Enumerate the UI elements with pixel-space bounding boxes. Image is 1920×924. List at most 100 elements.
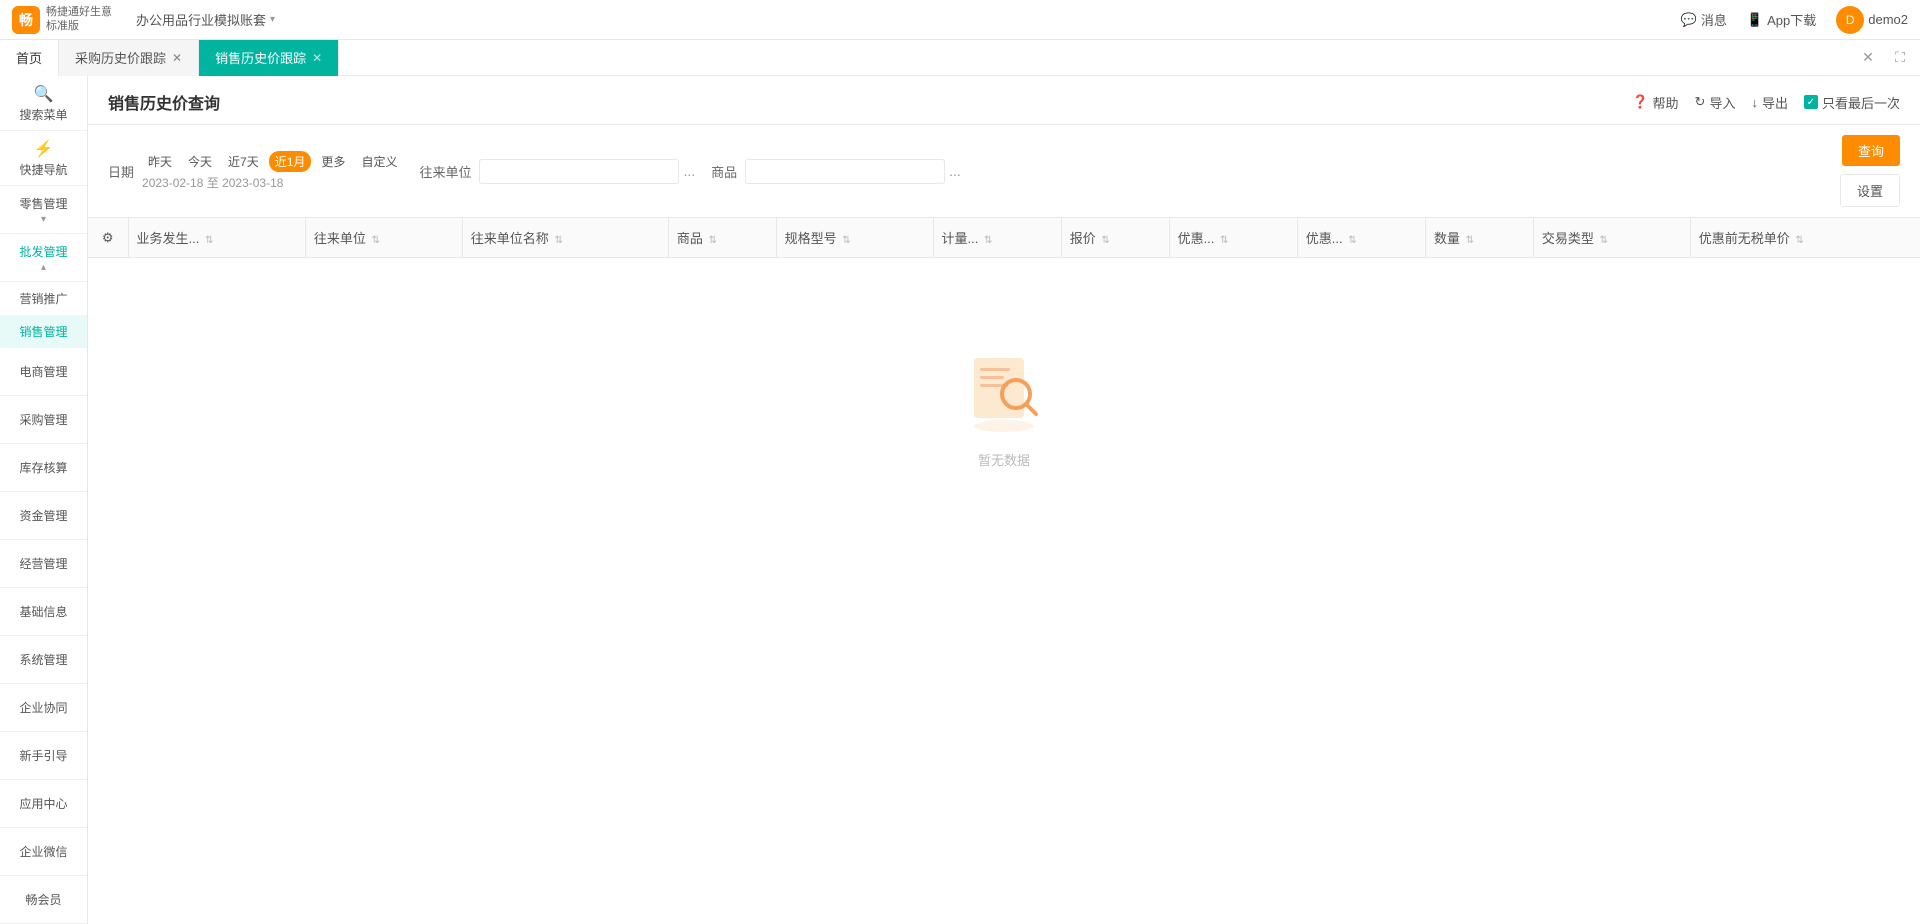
app-download-button[interactable]: 📱 App下载 bbox=[1747, 10, 1816, 29]
sidebar-sub-sales[interactable]: 销售管理 bbox=[0, 315, 87, 348]
date-opt-today[interactable]: 今天 bbox=[182, 151, 218, 172]
table-col-unit-measure[interactable]: 计量... ⇅ bbox=[933, 218, 1061, 258]
date-range-display: 2023-02-18 至 2023-03-18 bbox=[142, 174, 403, 191]
close-tab-sales[interactable]: ✕ bbox=[312, 51, 322, 65]
product-input-group: ... bbox=[745, 159, 961, 184]
tab-purchase[interactable]: 采购历史价跟踪 ✕ bbox=[59, 40, 199, 76]
sidebar-item-system[interactable]: 系统管理 bbox=[0, 636, 87, 684]
table-col-settings[interactable]: ⚙ bbox=[88, 218, 128, 258]
sidebar-item-ecommerce[interactable]: 电商管理 bbox=[0, 348, 87, 396]
maximize-button[interactable]: ⛶ bbox=[1888, 46, 1912, 70]
product-picker-button[interactable]: ... bbox=[949, 163, 961, 179]
sort-icon: ⇅ bbox=[842, 235, 850, 246]
date-opt-7days[interactable]: 近7天 bbox=[222, 151, 265, 172]
table-header-row: ⚙ 业务发生... ⇅ 往来单位 ⇅ 往来单位名称 ⇅ bbox=[88, 218, 1920, 258]
sidebar-item-quick[interactable]: ⚡ 快捷导航 bbox=[0, 131, 87, 186]
settings-button[interactable]: 设置 bbox=[1840, 174, 1900, 207]
main-content: 销售历史价查询 ❓ 帮助 ↻ 导入 ↓ 导出 ✓ 只看最后一次 bbox=[88, 76, 1920, 924]
table-col-price[interactable]: 报价 ⇅ bbox=[1061, 218, 1169, 258]
unit-label: 往来单位 bbox=[419, 162, 471, 181]
sort-icon: ⇅ bbox=[372, 235, 380, 246]
message-icon: 💬 bbox=[1681, 12, 1697, 28]
tabbar-actions: ✕ ⛶ bbox=[1856, 46, 1920, 70]
sort-icon: ⇅ bbox=[984, 235, 992, 246]
tab-sales[interactable]: 销售历史价跟踪 ✕ bbox=[199, 40, 339, 76]
sidebar-item-retail[interactable]: 零售管理 ▾ bbox=[0, 186, 87, 234]
import-button[interactable]: ↻ 导入 bbox=[1695, 93, 1736, 112]
table-col-product[interactable]: 商品 ⇅ bbox=[668, 218, 776, 258]
product-filter-group: 商品 ... bbox=[711, 159, 961, 184]
sidebar-item-wechat[interactable]: 企业微信 bbox=[0, 828, 87, 876]
page-header-actions: ❓ 帮助 ↻ 导入 ↓ 导出 ✓ 只看最后一次 bbox=[1632, 93, 1900, 112]
close-tab-purchase[interactable]: ✕ bbox=[172, 51, 182, 65]
sidebar-item-basic[interactable]: 基础信息 bbox=[0, 588, 87, 636]
date-label: 日期 bbox=[108, 162, 134, 181]
product-input[interactable] bbox=[745, 159, 945, 184]
chevron-down-icon: ▾ bbox=[41, 214, 46, 225]
workspace-selector[interactable]: 办公用品行业模拟账套 ▾ bbox=[136, 10, 275, 29]
sidebar-item-purchase[interactable]: 采购管理 bbox=[0, 396, 87, 444]
sidebar-item-finance[interactable]: 资金管理 bbox=[0, 492, 87, 540]
sidebar-sub-marketing[interactable]: 营销推广 bbox=[0, 282, 87, 315]
sidebar-item-enterprise[interactable]: 企业协同 bbox=[0, 684, 87, 732]
sidebar-item-inventory[interactable]: 库存核算 bbox=[0, 444, 87, 492]
query-button[interactable]: 查询 bbox=[1842, 135, 1900, 166]
filter-bar: 日期 昨天 今天 近7天 近1月 更多 自定义 2023-02-18 至 202… bbox=[88, 125, 1920, 218]
date-options: 昨天 今天 近7天 近1月 更多 自定义 bbox=[142, 151, 403, 172]
chevron-up-icon: ▴ bbox=[41, 262, 46, 273]
empty-illustration bbox=[954, 338, 1054, 438]
app-icon: 📱 bbox=[1747, 12, 1763, 28]
sort-icon: ⇅ bbox=[1220, 235, 1228, 246]
logo-area: 畅 畅捷通好生意 标准版 bbox=[12, 6, 112, 34]
sidebar-item-wholesale[interactable]: 批发管理 ▴ bbox=[0, 234, 87, 282]
message-button[interactable]: 💬 消息 bbox=[1681, 10, 1727, 29]
product-label: 商品 bbox=[711, 162, 737, 181]
export-icon: ↓ bbox=[1751, 95, 1758, 110]
topbar: 畅 畅捷通好生意 标准版 办公用品行业模拟账套 ▾ 💬 消息 📱 App下载 D… bbox=[0, 0, 1920, 40]
unit-picker-button[interactable]: ... bbox=[683, 163, 695, 179]
table-col-unit[interactable]: 往来单位 ⇅ bbox=[305, 218, 462, 258]
import-icon: ↻ bbox=[1695, 94, 1706, 110]
page-header: 销售历史价查询 ❓ 帮助 ↻ 导入 ↓ 导出 ✓ 只看最后一次 bbox=[88, 76, 1920, 125]
sort-icon: ⇅ bbox=[1348, 235, 1356, 246]
sidebar-item-operation[interactable]: 经营管理 bbox=[0, 540, 87, 588]
help-button[interactable]: ❓ 帮助 bbox=[1632, 93, 1678, 112]
user-avatar[interactable]: D demo2 bbox=[1836, 6, 1908, 34]
date-opt-1month[interactable]: 近1月 bbox=[269, 151, 312, 172]
only-last-checkbox[interactable]: ✓ 只看最后一次 bbox=[1804, 93, 1900, 112]
date-opt-custom[interactable]: 自定义 bbox=[355, 151, 403, 172]
data-table: ⚙ 业务发生... ⇅ 往来单位 ⇅ 往来单位名称 ⇅ bbox=[88, 218, 1920, 258]
date-opt-more[interactable]: 更多 bbox=[315, 151, 351, 172]
empty-text: 暂无数据 bbox=[978, 450, 1030, 469]
table-col-biz-date[interactable]: 业务发生... ⇅ bbox=[128, 218, 305, 258]
layout: 🔍 搜索菜单 ⚡ 快捷导航 零售管理 ▾ 批发管理 ▴ 营销推广 销售管理 电商… bbox=[0, 76, 1920, 924]
logo-icon: 畅 bbox=[12, 6, 40, 34]
filter-actions: 查询 设置 bbox=[1840, 135, 1900, 207]
sidebar-item-newuser[interactable]: 新手引导 bbox=[0, 732, 87, 780]
date-filter-group: 日期 昨天 今天 近7天 近1月 更多 自定义 2023-02-18 至 202… bbox=[108, 151, 403, 191]
unit-input[interactable] bbox=[479, 159, 679, 184]
help-icon: ❓ bbox=[1632, 94, 1648, 110]
sidebar-item-apps[interactable]: 应用中心 bbox=[0, 780, 87, 828]
table-col-spec[interactable]: 规格型号 ⇅ bbox=[776, 218, 933, 258]
sidebar-item-member[interactable]: 畅会员 bbox=[0, 876, 87, 924]
tab-home[interactable]: 首页 bbox=[0, 40, 59, 76]
close-all-tabs-button[interactable]: ✕ bbox=[1856, 46, 1880, 70]
sort-icon: ⇅ bbox=[205, 235, 213, 246]
sort-icon: ⇅ bbox=[1795, 235, 1803, 246]
tabbar: 首页 采购历史价跟踪 ✕ 销售历史价跟踪 ✕ ✕ ⛶ bbox=[0, 40, 1920, 76]
logo-text: 畅捷通好生意 标准版 bbox=[46, 6, 112, 32]
table-col-discount2[interactable]: 优惠... ⇅ bbox=[1297, 218, 1425, 258]
date-opt-yesterday[interactable]: 昨天 bbox=[142, 151, 178, 172]
content-area: ⚙ 业务发生... ⇅ 往来单位 ⇅ 往来单位名称 ⇅ bbox=[88, 218, 1920, 924]
table-col-unit-name[interactable]: 往来单位名称 ⇅ bbox=[462, 218, 668, 258]
table-col-trade-type[interactable]: 交易类型 ⇅ bbox=[1533, 218, 1690, 258]
empty-state: 暂无数据 bbox=[88, 258, 1920, 549]
sidebar-item-search[interactable]: 🔍 搜索菜单 bbox=[0, 76, 87, 131]
sort-icon: ⇅ bbox=[1466, 235, 1474, 246]
table-col-discount1[interactable]: 优惠... ⇅ bbox=[1169, 218, 1297, 258]
sort-icon: ⇅ bbox=[554, 235, 562, 246]
export-button[interactable]: ↓ 导出 bbox=[1751, 93, 1788, 112]
table-col-qty[interactable]: 数量 ⇅ bbox=[1426, 218, 1534, 258]
table-col-pretax-price[interactable]: 优惠前无税单价 ⇅ bbox=[1690, 218, 1920, 258]
